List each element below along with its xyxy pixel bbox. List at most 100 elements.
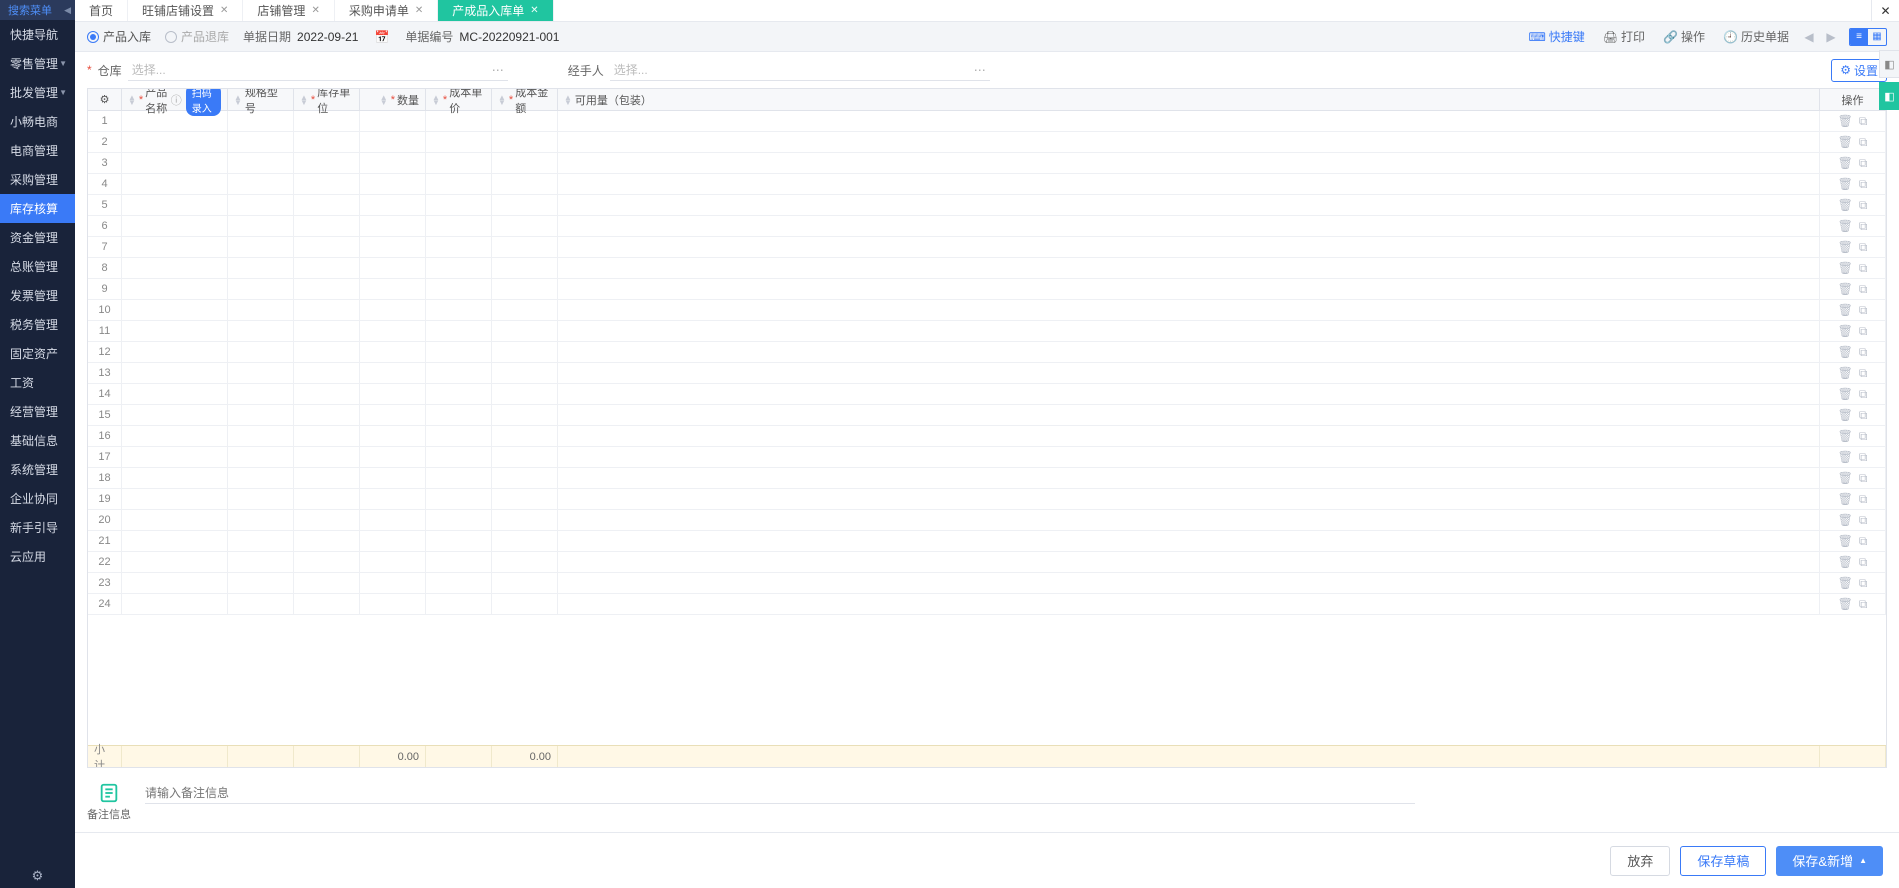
table-row[interactable]: 17🗑⧉ (88, 447, 1886, 468)
sidebar-item-5[interactable]: 采购管理 (0, 165, 75, 194)
sidebar-item-17[interactable]: 新手引导 (0, 513, 75, 542)
cell-spec[interactable] (228, 258, 294, 278)
remark-input[interactable] (145, 782, 1415, 804)
copy-icon[interactable]: ⧉ (1859, 282, 1868, 297)
table-row[interactable]: 5🗑⧉ (88, 195, 1886, 216)
cell-name[interactable] (122, 531, 228, 551)
cell-cost[interactable] (426, 216, 492, 236)
cell-available[interactable] (558, 237, 1820, 257)
dock-btn-1[interactable]: ◧ (1879, 50, 1899, 78)
cell-name[interactable] (122, 510, 228, 530)
cell-qty[interactable] (360, 426, 426, 446)
close-icon[interactable]: ✕ (415, 5, 423, 16)
cell-unit[interactable] (294, 573, 360, 593)
delete-icon[interactable]: 🗑 (1838, 450, 1853, 464)
tab-1[interactable]: 旺铺店铺设置✕ (128, 0, 243, 21)
cell-spec[interactable] (228, 489, 294, 509)
copy-icon[interactable]: ⧉ (1859, 324, 1868, 339)
table-row[interactable]: 10🗑⧉ (88, 300, 1886, 321)
cell-spec[interactable] (228, 279, 294, 299)
cell-name[interactable] (122, 300, 228, 320)
copy-icon[interactable]: ⧉ (1859, 345, 1868, 360)
delete-icon[interactable]: 🗑 (1838, 177, 1853, 191)
cell-name[interactable] (122, 153, 228, 173)
cell-cost[interactable] (426, 279, 492, 299)
cell-name[interactable] (122, 426, 228, 446)
cell-qty[interactable] (360, 258, 426, 278)
cell-amt[interactable] (492, 405, 558, 425)
cell-available[interactable] (558, 468, 1820, 488)
cell-name[interactable] (122, 552, 228, 572)
table-row[interactable]: 13🗑⧉ (88, 363, 1886, 384)
cell-spec[interactable] (228, 342, 294, 362)
cell-qty[interactable] (360, 447, 426, 467)
delete-icon[interactable]: 🗑 (1838, 156, 1853, 170)
close-icon[interactable]: ✕ (220, 5, 228, 16)
discard-button[interactable]: 放弃 (1610, 846, 1670, 876)
cell-unit[interactable] (294, 510, 360, 530)
cell-cost[interactable] (426, 384, 492, 404)
sidebar-item-11[interactable]: 固定资产 (0, 339, 75, 368)
cell-qty[interactable] (360, 111, 426, 131)
col-cost[interactable]: ▲▼ * 成本单价 (426, 89, 492, 110)
sidebar-item-13[interactable]: 经营管理 (0, 397, 75, 426)
table-row[interactable]: 24🗑⧉ (88, 594, 1886, 615)
cell-unit[interactable] (294, 426, 360, 446)
cell-cost[interactable] (426, 405, 492, 425)
delete-icon[interactable]: 🗑 (1838, 345, 1853, 359)
cell-spec[interactable] (228, 594, 294, 614)
cell-name[interactable] (122, 405, 228, 425)
cell-qty[interactable] (360, 195, 426, 215)
cell-amt[interactable] (492, 426, 558, 446)
table-row[interactable]: 9🗑⧉ (88, 279, 1886, 300)
cell-available[interactable] (558, 426, 1820, 446)
table-row[interactable]: 3🗑⧉ (88, 153, 1886, 174)
cell-unit[interactable] (294, 531, 360, 551)
cell-name[interactable] (122, 174, 228, 194)
cell-unit[interactable] (294, 384, 360, 404)
view-list-button[interactable]: ≡ (1850, 29, 1868, 45)
date-value[interactable]: 2022-09-21 (297, 30, 358, 44)
cell-available[interactable] (558, 195, 1820, 215)
cell-qty[interactable] (360, 300, 426, 320)
cell-qty[interactable] (360, 321, 426, 341)
table-row[interactable]: 19🗑⧉ (88, 489, 1886, 510)
copy-icon[interactable]: ⧉ (1859, 135, 1868, 150)
calendar-icon[interactable]: 📅 (374, 30, 389, 44)
sidebar-item-7[interactable]: 资金管理 (0, 223, 75, 252)
cell-spec[interactable] (228, 552, 294, 572)
delete-icon[interactable]: 🗑 (1838, 366, 1853, 380)
cell-cost[interactable] (426, 153, 492, 173)
cell-available[interactable] (558, 489, 1820, 509)
cell-name[interactable] (122, 216, 228, 236)
copy-icon[interactable]: ⧉ (1859, 261, 1868, 276)
delete-icon[interactable]: 🗑 (1838, 492, 1853, 506)
cell-cost[interactable] (426, 300, 492, 320)
cell-cost[interactable] (426, 594, 492, 614)
prev-doc-button[interactable]: ◀ (1801, 29, 1817, 45)
cell-cost[interactable] (426, 489, 492, 509)
table-row[interactable]: 4🗑⧉ (88, 174, 1886, 195)
cell-cost[interactable] (426, 258, 492, 278)
shortcut-button[interactable]: ⌨ 快捷键 (1522, 28, 1590, 45)
cell-spec[interactable] (228, 195, 294, 215)
cell-available[interactable] (558, 279, 1820, 299)
copy-icon[interactable]: ⧉ (1859, 534, 1868, 549)
table-row[interactable]: 12🗑⧉ (88, 342, 1886, 363)
copy-icon[interactable]: ⧉ (1859, 450, 1868, 465)
delete-icon[interactable]: 🗑 (1838, 576, 1853, 590)
cell-cost[interactable] (426, 447, 492, 467)
delete-icon[interactable]: 🗑 (1838, 135, 1853, 149)
sidebar-item-10[interactable]: 税务管理 (0, 310, 75, 339)
sidebar-item-18[interactable]: 云应用 (0, 542, 75, 571)
sidebar-item-2[interactable]: 批发管理▼ (0, 78, 75, 107)
cell-cost[interactable] (426, 237, 492, 257)
history-button[interactable]: 🕘 历史单据 (1717, 28, 1795, 45)
cell-name[interactable] (122, 237, 228, 257)
sidebar-item-8[interactable]: 总账管理 (0, 252, 75, 281)
col-qty[interactable]: ▲▼ * 数量 (360, 89, 426, 110)
cell-amt[interactable] (492, 552, 558, 572)
sidebar-item-9[interactable]: 发票管理 (0, 281, 75, 310)
copy-icon[interactable]: ⧉ (1859, 177, 1868, 192)
cell-cost[interactable] (426, 552, 492, 572)
